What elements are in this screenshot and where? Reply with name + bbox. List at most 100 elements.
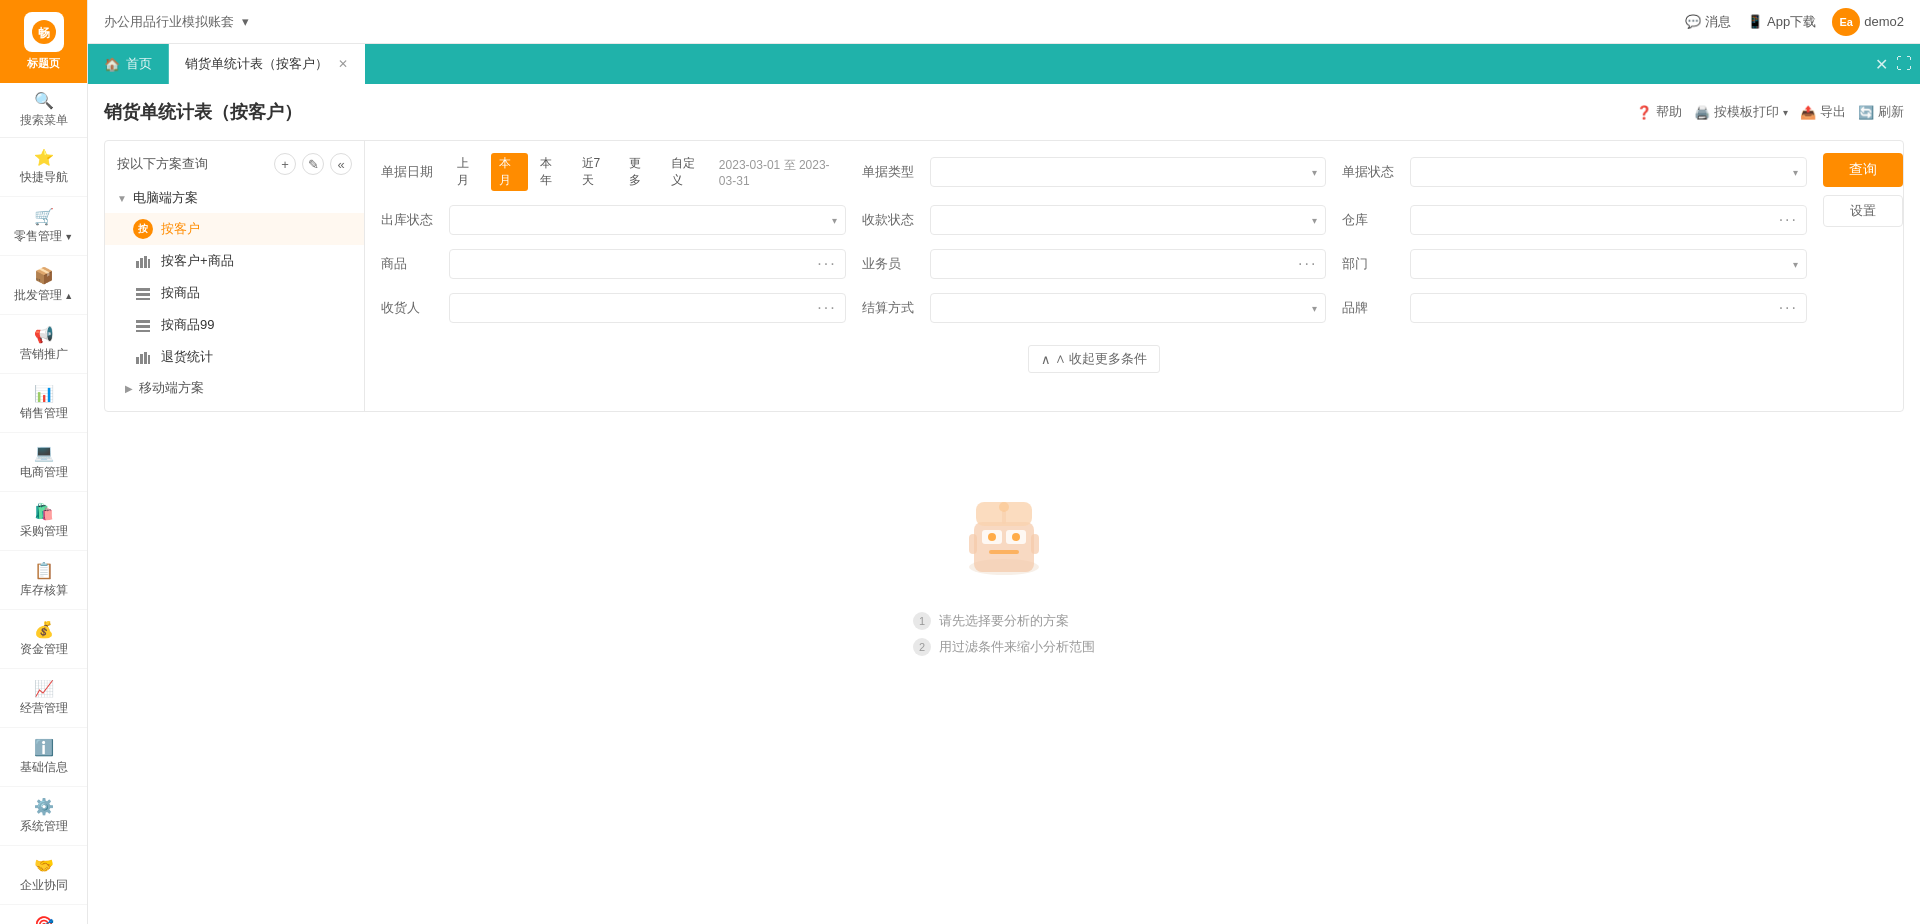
filter-select-receiver[interactable]: ··· [449,293,846,323]
help-button[interactable]: ❓ 帮助 [1636,103,1682,121]
sidebar-item-finance[interactable]: 💰 资金管理 [0,610,87,669]
sidebar-search-item[interactable]: 🔍 搜索菜单 [0,83,87,138]
operation-icon: 📈 [34,679,54,698]
filter-tree-header: 按以下方案查询 + ✎ « [105,149,364,183]
filter-select-outstatus-arrow: ▾ [832,215,837,226]
date-shortcut-custom[interactable]: 自定义 [663,153,711,191]
filter-actions: ∧ ∧ 收起更多条件 [381,337,1807,377]
sidebar-item-collab[interactable]: 🤝 企业协同 [0,846,87,905]
filter-select-brand[interactable]: ··· [1410,293,1807,323]
filter-label-brand: 品牌 [1342,299,1402,317]
filter-select-paymentstatus[interactable]: ▾ [930,205,1327,235]
tab-close-button[interactable]: ✕ [338,57,348,71]
filter-item-paymentstatus: 收款状态 ▾ [862,205,1327,235]
sidebar-nav-label-marketing: 营销推广 [20,346,68,363]
sidebar-nav-label-basicinfo: 基础信息 [20,759,68,776]
topbar-user[interactable]: Ea demo2 [1832,8,1904,36]
sidebar-item-marketing[interactable]: 📢 营销推广 [0,315,87,374]
tree-item-label-by-product99: 按商品99 [161,316,214,334]
help-icon: ❓ [1636,105,1652,120]
tree-item-icon-by-product [133,283,153,303]
filter-tree-edit-button[interactable]: ✎ [302,153,324,175]
filter-select-warehouse[interactable]: ··· [1410,205,1807,235]
filter-select-brand-dots[interactable]: ··· [1779,299,1798,317]
filter-tree-add-button[interactable]: + [274,153,296,175]
tab-sales-summary[interactable]: 销货单统计表（按客户） ✕ [169,44,365,84]
date-shortcut-lastmonth[interactable]: 上月 [449,153,487,191]
filter-select-doctype[interactable]: ▾ [930,157,1327,187]
sidebar-item-operation[interactable]: 📈 经营管理 [0,669,87,728]
add-icon: + [281,157,289,172]
filter-select-salesperson-dots[interactable]: ··· [1298,255,1317,273]
tree-item-by-customer-product[interactable]: 按客户+商品 [105,245,364,277]
export-button[interactable]: 📤 导出 [1800,103,1846,121]
tree-item-return-stats[interactable]: 退货统计 [105,341,364,373]
tab-sales-summary-label: 销货单统计表（按客户） [185,55,328,73]
tree-item-label-by-product: 按商品 [161,284,200,302]
sidebar-item-quicknav[interactable]: ⭐ 快捷导航 [0,138,87,197]
sidebar-item-sysadmin[interactable]: ⚙️ 系统管理 [0,787,87,846]
sidebar-item-wholesale[interactable]: 📦 批发管理 [0,256,87,315]
tabbar-actions: ✕ ⛶ [1875,55,1920,74]
tree-item-label-return-stats: 退货统计 [161,348,213,366]
sidebar-item-basicinfo[interactable]: ℹ️ 基础信息 [0,728,87,787]
query-button[interactable]: 查询 [1823,153,1903,187]
sidebar-item-inventory[interactable]: 📋 库存核算 [0,551,87,610]
filter-select-product-dots[interactable]: ··· [817,255,836,273]
filter-select-settlement[interactable]: ▾ [930,293,1327,323]
sidebar-item-sales[interactable]: 📊 销售管理 [0,374,87,433]
sidebar-item-ecommerce[interactable]: 💻 电商管理 [0,433,87,492]
topbar-dropdown[interactable]: ▾ [242,14,249,29]
sysadmin-icon: ⚙️ [34,797,54,816]
filter-select-salesperson[interactable]: ··· [930,249,1327,279]
svg-rect-23 [969,534,977,554]
date-shortcut-more[interactable]: 更多 [621,153,659,191]
print-button[interactable]: 🖨️ 按模板打印 ▾ [1694,103,1788,121]
sidebar-item-purchase[interactable]: 🛍️ 采购管理 [0,492,87,551]
tab-close-all-button[interactable]: ✕ [1875,55,1888,74]
tree-group-mobile-header[interactable]: ▶ 移动端方案 [105,373,364,403]
date-shortcut-thisyear[interactable]: 本年 [532,153,570,191]
filter-item-outstatus: 出库状态 ▾ [381,205,846,235]
export-icon: 📤 [1800,105,1816,120]
topbar-message[interactable]: 💬 消息 [1685,13,1731,31]
filter-select-outstatus[interactable]: ▾ [449,205,846,235]
tree-item-icon-by-customer: 按 [133,219,153,239]
content-area: 销货单统计表（按客户） ❓ 帮助 🖨️ 按模板打印 ▾ 📤 导出 [88,84,1920,924]
svg-rect-22 [989,550,1019,554]
collapse-filter-button[interactable]: ∧ ∧ 收起更多条件 [1028,345,1161,373]
tab-home[interactable]: 🏠 首页 [88,44,169,84]
filter-select-department[interactable]: ▾ [1410,249,1807,279]
filter-item-docstatus: 单据状态 ▾ [1342,157,1807,187]
tree-item-label-by-customer-product: 按客户+商品 [161,252,234,270]
sidebar-item-newbie[interactable]: 🎯 新手引导 [0,905,87,924]
empty-tip-1: 1 请先选择要分析的方案 [913,612,1095,630]
topbar-appdownload[interactable]: 📱 App下载 [1747,13,1816,31]
filter-label-outstatus: 出库状态 [381,211,441,229]
content-inner: 销货单统计表（按客户） ❓ 帮助 🖨️ 按模板打印 ▾ 📤 导出 [88,84,1920,924]
export-label: 导出 [1820,103,1846,121]
filter-select-warehouse-dots[interactable]: ··· [1779,211,1798,229]
filter-row-4: 收货人 ··· 结算方式 [381,293,1807,323]
tab-expand-button[interactable]: ⛶ [1896,55,1912,73]
topbar: 办公用品行业模拟账套 ▾ 💬 消息 📱 App下载 Ea demo2 [88,0,1920,44]
tree-item-by-product99[interactable]: 按商品99 [105,309,364,341]
refresh-button[interactable]: 🔄 刷新 [1858,103,1904,121]
filter-tree-collapse-button[interactable]: « [330,153,352,175]
tree-item-by-customer[interactable]: 按 按客户 [105,213,364,245]
tree-item-by-product[interactable]: 按商品 [105,277,364,309]
filter-select-paymentstatus-arrow: ▾ [1312,215,1317,226]
sidebar-item-retail[interactable]: 🛒 零售管理 [0,197,87,256]
sidebar-nav-label-purchase: 采购管理 [20,523,68,540]
tree-group-desktop-header[interactable]: ▼ 电脑端方案 [105,183,364,213]
setting-button[interactable]: 设置 [1823,195,1903,227]
empty-state: 1 请先选择要分析的方案 2 用过滤条件来缩小分析范围 [104,412,1904,696]
svg-rect-2 [136,261,139,268]
sidebar-logo[interactable]: 畅 标题页 [0,0,87,83]
filter-select-docstatus[interactable]: ▾ [1410,157,1807,187]
filter-select-receiver-dots[interactable]: ··· [817,299,836,317]
date-shortcut-last7days[interactable]: 近7天 [574,153,618,191]
filter-select-product[interactable]: ··· [449,249,846,279]
svg-rect-7 [136,293,150,296]
date-shortcut-thismonth[interactable]: 本月 [491,153,529,191]
